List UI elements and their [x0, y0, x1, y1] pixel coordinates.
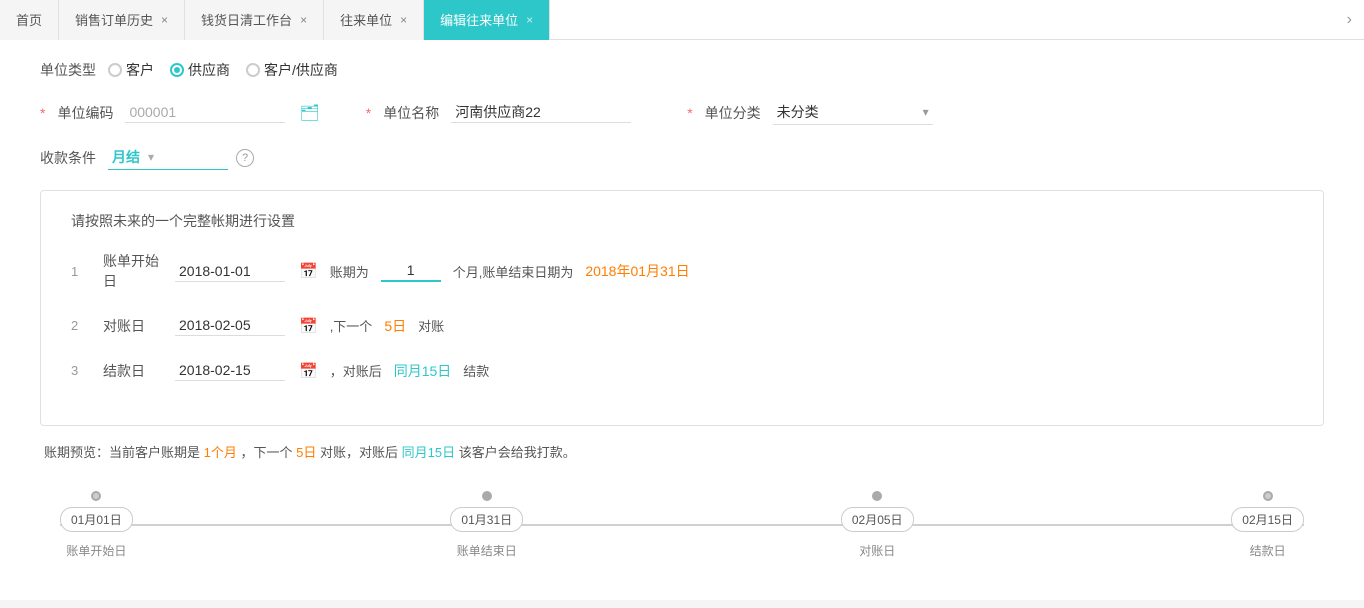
close-edit-partner-tab[interactable]: × [526, 13, 533, 27]
unit-type-row: 单位类型 客户 供应商 客户/供应商 [40, 60, 1324, 80]
main-content: 单位类型 客户 供应商 客户/供应商 * 单位编码 🗂 * 单位名称 * [0, 40, 1364, 600]
timeline-node-4: 02月15日 结款日 [1231, 491, 1304, 559]
unit-name-star: * [366, 105, 371, 121]
timeline-sublabel-2: 账单结束日 [457, 542, 517, 559]
period-num-1: 1 [71, 264, 91, 279]
unit-code-copy-button[interactable]: 🗂 [293, 101, 325, 125]
preview-prefix: 账期预览：当前客户账期是 [44, 445, 200, 460]
payment-condition-label: 收款条件 [40, 148, 96, 168]
timeline-sublabel-3: 对账日 [859, 542, 895, 559]
period-desc-prefix-2: ,下一个 [330, 316, 373, 335]
calendar-icon-2[interactable]: 📅 [299, 317, 318, 335]
unit-category-label: 单位分类 [705, 103, 761, 123]
radio-supplier-circle [170, 63, 184, 77]
timeline-badge-1: 01月01日 [60, 507, 133, 532]
preview-highlight-1: 1个月 [204, 445, 237, 460]
tab-home[interactable]: 首页 [0, 0, 59, 40]
unit-name-input[interactable] [451, 102, 631, 123]
preview-middle-2: 对账，对账后 [320, 445, 398, 460]
tab-overflow-arrow[interactable]: › [1335, 11, 1364, 29]
unit-category-star: * [687, 105, 692, 121]
calendar-icon-3[interactable]: 📅 [299, 362, 318, 380]
timeline-node-2: 01月31日 账单结束日 [450, 491, 523, 559]
unit-code-input[interactable] [125, 102, 285, 123]
preview-middle-1: ，下一个 [241, 445, 293, 460]
period-date-3[interactable] [175, 360, 285, 381]
payment-condition-dropdown[interactable]: 月结 ▾ [108, 145, 228, 170]
period-date-1[interactable] [175, 261, 285, 282]
unit-type-radio-group: 客户 供应商 客户/供应商 [108, 60, 338, 80]
timeline-node-1: 01月01日 账单开始日 [60, 491, 133, 559]
payment-help-icon[interactable]: ? [236, 149, 254, 167]
unit-info-row: * 单位编码 🗂 * 单位名称 * 单位分类 未分类 ▾ [40, 100, 1324, 125]
unit-category-value: 未分类 [777, 102, 915, 122]
period-desc-suffix-1: 个月,账单结束日期为 [453, 262, 574, 281]
unit-name-label: 单位名称 [383, 103, 439, 123]
preview-text: 账期预览：当前客户账期是 1个月 ，下一个 5日 对账，对账后 同月15日 该客… [40, 442, 1324, 461]
timeline-sublabel-4: 结款日 [1250, 542, 1286, 559]
radio-customer-supplier[interactable]: 客户/供应商 [246, 60, 338, 80]
period-box-title: 请按照未来的一个完整帐期进行设置 [71, 211, 1293, 231]
timeline-sublabel-1: 账单开始日 [66, 542, 126, 559]
unit-category-arrow: ▾ [923, 105, 929, 119]
close-partner-units-tab[interactable]: × [400, 13, 407, 27]
payment-condition-value: 月结 [112, 147, 140, 167]
payment-condition-row: 收款条件 月结 ▾ ? [40, 145, 1324, 170]
radio-customer[interactable]: 客户 [108, 60, 154, 80]
unit-code-label: 单位编码 [57, 103, 113, 123]
timeline-badge-4: 02月15日 [1231, 507, 1304, 532]
payment-condition-arrow: ▾ [148, 150, 154, 164]
preview-highlight-3: 同月15日 [402, 445, 455, 460]
period-label-3: 结款日 [103, 361, 163, 381]
radio-customer-circle [108, 63, 122, 77]
period-desc-prefix-1: 账期为 [330, 262, 369, 281]
period-label-1: 账单开始日 [103, 251, 163, 291]
period-desc-prefix-3: ，对账后 [330, 361, 382, 380]
tab-edit-partner[interactable]: 编辑往来单位 × [424, 0, 550, 40]
tab-partner-units[interactable]: 往来单位 × [324, 0, 424, 40]
period-end-date-highlight: 2018年01月31日 [585, 261, 689, 281]
unit-category-dropdown[interactable]: 未分类 ▾ [773, 100, 933, 125]
period-desc-suffix-2: 对账 [418, 316, 444, 335]
tab-sales-history[interactable]: 销售订单历史 × [59, 0, 185, 40]
period-date-2[interactable] [175, 315, 285, 336]
unit-type-label: 单位类型 [40, 60, 96, 80]
tab-cash-ledger[interactable]: 钱货日清工作台 × [185, 0, 324, 40]
radio-customer-supplier-circle [246, 63, 260, 77]
timeline-dot-1 [91, 491, 101, 501]
period-label-2: 对账日 [103, 316, 163, 336]
period-box: 请按照未来的一个完整帐期进行设置 1 账单开始日 📅 账期为 个月,账单结束日期… [40, 190, 1324, 426]
close-cash-ledger-tab[interactable]: × [300, 13, 307, 27]
timeline: 01月01日 账单开始日 01月31日 账单结束日 02月05日 对账日 02月… [40, 481, 1324, 569]
timeline-dot-2 [482, 491, 492, 501]
timeline-badge-2: 01月31日 [450, 507, 523, 532]
tab-bar: 首页 销售订单历史 × 钱货日清工作台 × 往来单位 × 编辑往来单位 × › [0, 0, 1364, 40]
period-reconcile-day-highlight: 5日 [384, 316, 406, 336]
radio-supplier[interactable]: 供应商 [170, 60, 230, 80]
unit-code-star: * [40, 105, 45, 121]
period-payment-day-highlight: 同月15日 [394, 361, 452, 381]
period-num-2: 2 [71, 318, 91, 333]
period-row-2: 2 对账日 📅 ,下一个 5日 对账 [71, 315, 1293, 336]
preview-highlight-2: 5日 [296, 445, 316, 460]
period-row-3: 3 结款日 📅 ，对账后 同月15日 结款 [71, 360, 1293, 381]
preview-suffix: 该客户会给我打款。 [459, 445, 576, 460]
period-desc-suffix-3: 结款 [463, 361, 489, 380]
period-row-1: 1 账单开始日 📅 账期为 个月,账单结束日期为 2018年01月31日 [71, 251, 1293, 291]
timeline-badge-3: 02月05日 [841, 507, 914, 532]
timeline-dot-4 [1263, 491, 1273, 501]
period-num-3: 3 [71, 363, 91, 378]
timeline-node-3: 02月05日 对账日 [841, 491, 914, 559]
calendar-icon-1[interactable]: 📅 [299, 262, 318, 280]
timeline-nodes: 01月01日 账单开始日 01月31日 账单结束日 02月05日 对账日 02月… [60, 491, 1304, 559]
timeline-dot-3 [872, 491, 882, 501]
period-months-input[interactable] [381, 260, 441, 282]
close-sales-history-tab[interactable]: × [161, 13, 168, 27]
